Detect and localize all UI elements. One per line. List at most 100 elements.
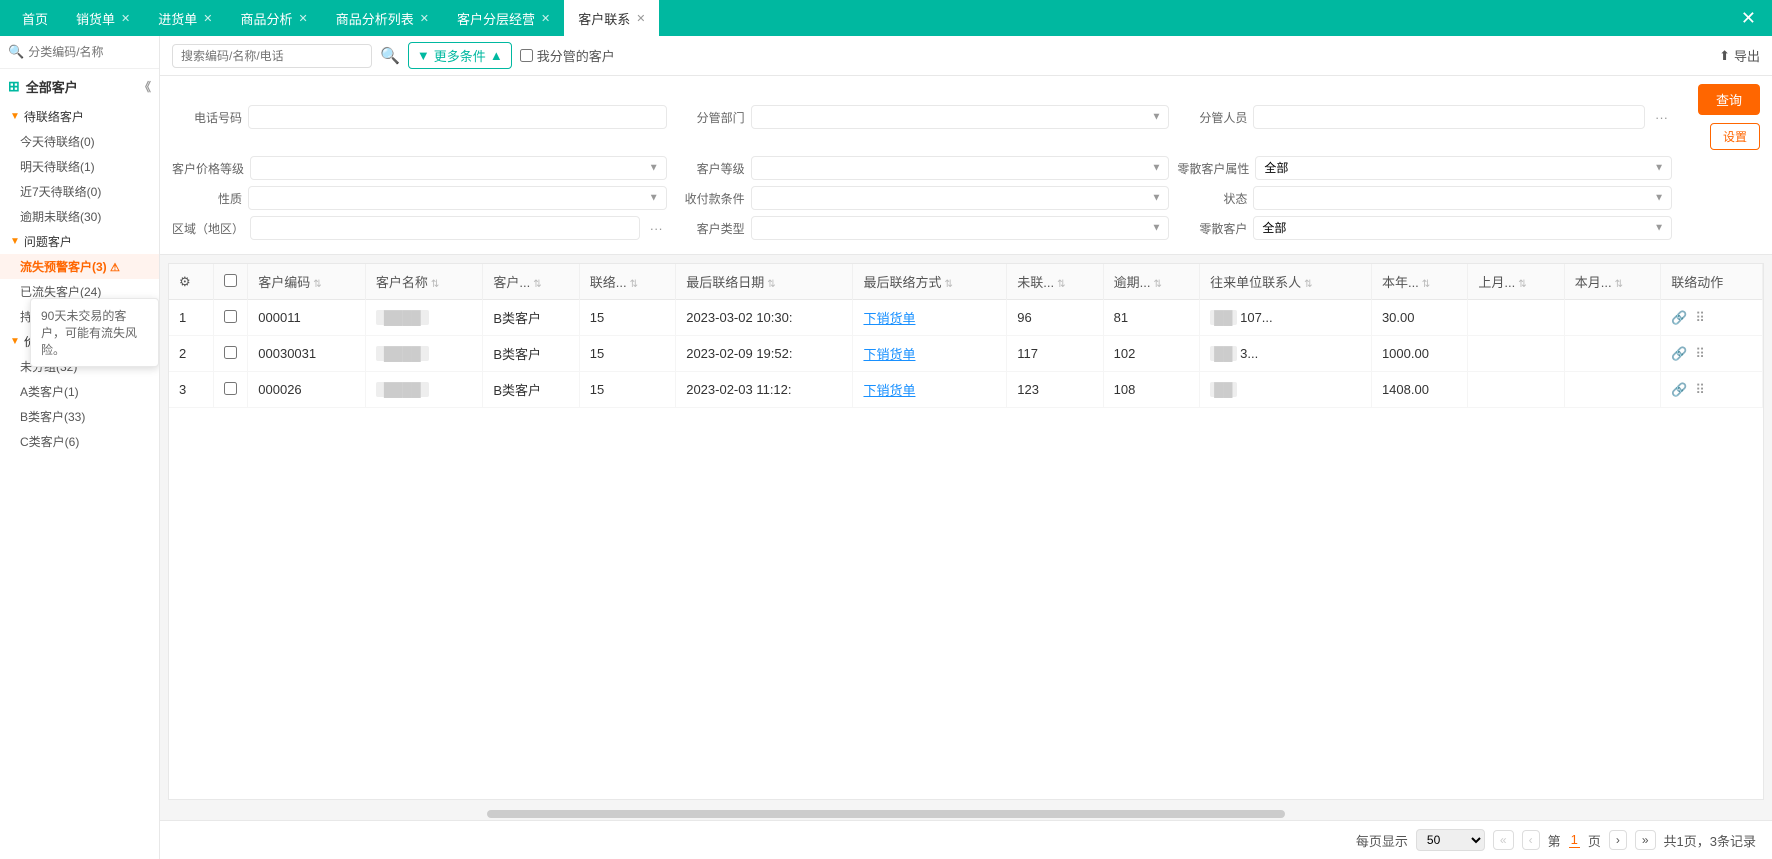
page-size-select[interactable]: 50 100 200 bbox=[1416, 829, 1485, 851]
region-dots-icon[interactable]: ··· bbox=[646, 221, 667, 236]
collapse-icon: 《 bbox=[139, 78, 151, 95]
last-method-link[interactable]: 下销货单 bbox=[863, 311, 915, 326]
sidebar-all-customers[interactable]: ⊞ 全部客户 《 bbox=[0, 69, 159, 104]
row-actions[interactable]: 🔗 ⠿ bbox=[1661, 336, 1763, 372]
sidebar-item-0-0[interactable]: 今天待联络(0) bbox=[0, 129, 159, 154]
scatter-customer-select[interactable]: 全部 bbox=[1253, 216, 1672, 240]
payment-select[interactable] bbox=[751, 186, 1170, 210]
close-tab-purchase[interactable]: ✕ bbox=[203, 12, 212, 25]
region-input[interactable] bbox=[250, 216, 640, 240]
arrow-icon: ▼ bbox=[10, 336, 20, 347]
row-actions[interactable]: 🔗 ⠿ bbox=[1661, 300, 1763, 336]
col-unlink: 未联...⇅ bbox=[1007, 264, 1103, 300]
row-checkbox-cell[interactable] bbox=[214, 300, 248, 336]
more-actions-icon[interactable]: ⠿ bbox=[1695, 382, 1705, 398]
region-label: 区域（地区） bbox=[172, 220, 244, 237]
more-actions-icon[interactable]: ⠿ bbox=[1695, 310, 1705, 326]
tab-sales[interactable]: 销货单✕ bbox=[62, 0, 144, 36]
horizontal-scrollbar[interactable] bbox=[168, 808, 1764, 820]
search-button[interactable]: 🔍 bbox=[380, 46, 400, 66]
link-icon[interactable]: 🔗 bbox=[1671, 310, 1687, 326]
dept-select[interactable] bbox=[751, 105, 1170, 129]
query-button[interactable]: 查询 bbox=[1698, 84, 1760, 115]
my-customers-check[interactable] bbox=[520, 49, 533, 62]
row-checkbox[interactable] bbox=[224, 346, 237, 359]
sidebar-item-2-3[interactable]: C类客户(6) bbox=[0, 429, 159, 454]
tab-goods-analysis[interactable]: 商品分析✕ bbox=[226, 0, 321, 36]
filter-row-4: 区域（地区） ··· 客户类型 ▼ 零散客户 全部 ▼ bbox=[172, 216, 1760, 240]
select-all-checkbox[interactable] bbox=[224, 274, 237, 287]
customer-level-select[interactable] bbox=[751, 156, 1170, 180]
my-customers-checkbox[interactable]: 我分管的客户 bbox=[520, 46, 615, 65]
phone-input[interactable] bbox=[248, 105, 667, 129]
first-page-button[interactable]: « bbox=[1493, 830, 1514, 850]
row-checkbox-cell[interactable] bbox=[214, 372, 248, 408]
main-search-input[interactable] bbox=[172, 44, 372, 68]
sort-icon: ⇅ bbox=[313, 279, 321, 290]
link-icon[interactable]: 🔗 bbox=[1671, 382, 1687, 398]
close-tab-customer-contact[interactable]: ✕ bbox=[636, 12, 645, 25]
close-tab-sales[interactable]: ✕ bbox=[121, 12, 130, 25]
row-last-method[interactable]: 下销货单 bbox=[853, 336, 1007, 372]
customer-type-select[interactable] bbox=[751, 216, 1170, 240]
row-name: ████ bbox=[365, 336, 483, 372]
row-last-method[interactable]: 下销货单 bbox=[853, 300, 1007, 336]
sidebar-item-0-2[interactable]: 近7天待联络(0) bbox=[0, 179, 159, 204]
person-dots-icon[interactable]: ··· bbox=[1651, 110, 1672, 125]
tab-goods-list[interactable]: 商品分析列表✕ bbox=[322, 0, 443, 36]
row-actions[interactable]: 🔗 ⠿ bbox=[1661, 372, 1763, 408]
row-this-year: 30.00 bbox=[1371, 300, 1467, 336]
nature-select[interactable] bbox=[248, 186, 667, 210]
close-window-button[interactable]: ✕ bbox=[1733, 8, 1764, 29]
last-method-link[interactable]: 下销货单 bbox=[863, 347, 915, 362]
row-last-method[interactable]: 下销货单 bbox=[853, 372, 1007, 408]
checkbox-header[interactable] bbox=[214, 264, 248, 300]
scatter-attr-select[interactable]: 全部 bbox=[1255, 156, 1672, 180]
price-level-select[interactable] bbox=[250, 156, 667, 180]
row-checkbox-cell[interactable] bbox=[214, 336, 248, 372]
export-button[interactable]: ⬆ 导出 bbox=[1719, 46, 1760, 65]
more-actions-icon[interactable]: ⠿ bbox=[1695, 346, 1705, 362]
sidebar-groups: ▼待联络客户今天待联络(0)明天待联络(1)近7天待联络(0)逾期未联络(30)… bbox=[0, 104, 159, 454]
scrollbar-thumb[interactable] bbox=[487, 810, 1285, 818]
sort-icon: ⇅ bbox=[944, 279, 952, 290]
last-method-link[interactable]: 下销货单 bbox=[863, 383, 915, 398]
tab-customer-contact[interactable]: 客户联系✕ bbox=[564, 0, 659, 36]
sidebar-item-0-3[interactable]: 逾期未联络(30) bbox=[0, 204, 159, 229]
sidebar-item-2-2[interactable]: B类客户(33) bbox=[0, 404, 159, 429]
prev-page-button[interactable]: ‹ bbox=[1522, 830, 1540, 850]
filter-price-level: 客户价格等级 ▼ bbox=[172, 156, 667, 180]
sidebar-group-header-1[interactable]: ▼问题客户 bbox=[0, 229, 159, 254]
sidebar-item-2-1[interactable]: A类客户(1) bbox=[0, 379, 159, 404]
row-overdue: 102 bbox=[1103, 336, 1199, 372]
row-checkbox[interactable] bbox=[224, 310, 237, 323]
tab-purchase[interactable]: 进货单✕ bbox=[144, 0, 226, 36]
close-tab-customer-tier[interactable]: ✕ bbox=[541, 12, 550, 25]
grid-icon: ⊞ bbox=[8, 78, 20, 95]
sort-icon: ⇅ bbox=[1615, 279, 1623, 290]
sidebar-search-input[interactable] bbox=[28, 45, 151, 59]
tab-customer-tier[interactable]: 客户分层经营✕ bbox=[443, 0, 564, 36]
row-code: 000026 bbox=[248, 372, 366, 408]
last-page-button[interactable]: » bbox=[1635, 830, 1656, 850]
person-input[interactable] bbox=[1253, 105, 1645, 129]
close-tab-goods-list[interactable]: ✕ bbox=[420, 12, 429, 25]
row-checkbox[interactable] bbox=[224, 382, 237, 395]
row-contact: 15 bbox=[579, 372, 675, 408]
next-page-button[interactable]: › bbox=[1609, 830, 1627, 850]
settings-button[interactable]: 设置 bbox=[1710, 123, 1760, 150]
status-select[interactable] bbox=[1253, 186, 1672, 210]
close-tab-goods-analysis[interactable]: ✕ bbox=[299, 12, 308, 25]
action-icons: 🔗 ⠿ bbox=[1671, 346, 1752, 362]
more-conditions-button[interactable]: ▼ 更多条件 ▲ bbox=[408, 42, 512, 69]
settings-gear-header[interactable]: ⚙ bbox=[169, 264, 214, 300]
sidebar-group-header-0[interactable]: ▼待联络客户 bbox=[0, 104, 159, 129]
arrow-icon: ▼ bbox=[10, 236, 20, 247]
sidebar-item-0-1[interactable]: 明天待联络(1) bbox=[0, 154, 159, 179]
nature-select-wrap: ▼ bbox=[248, 186, 667, 210]
filter-bar: 🔍 ▼ 更多条件 ▲ 我分管的客户 ⬆ 导出 bbox=[160, 36, 1772, 76]
customer-level-label: 客户等级 bbox=[675, 160, 745, 177]
tab-home[interactable]: 首页 bbox=[8, 0, 62, 36]
link-icon[interactable]: 🔗 bbox=[1671, 346, 1687, 362]
sidebar-item-1-0[interactable]: 流失预警客户(3) ⚠ bbox=[0, 254, 159, 279]
